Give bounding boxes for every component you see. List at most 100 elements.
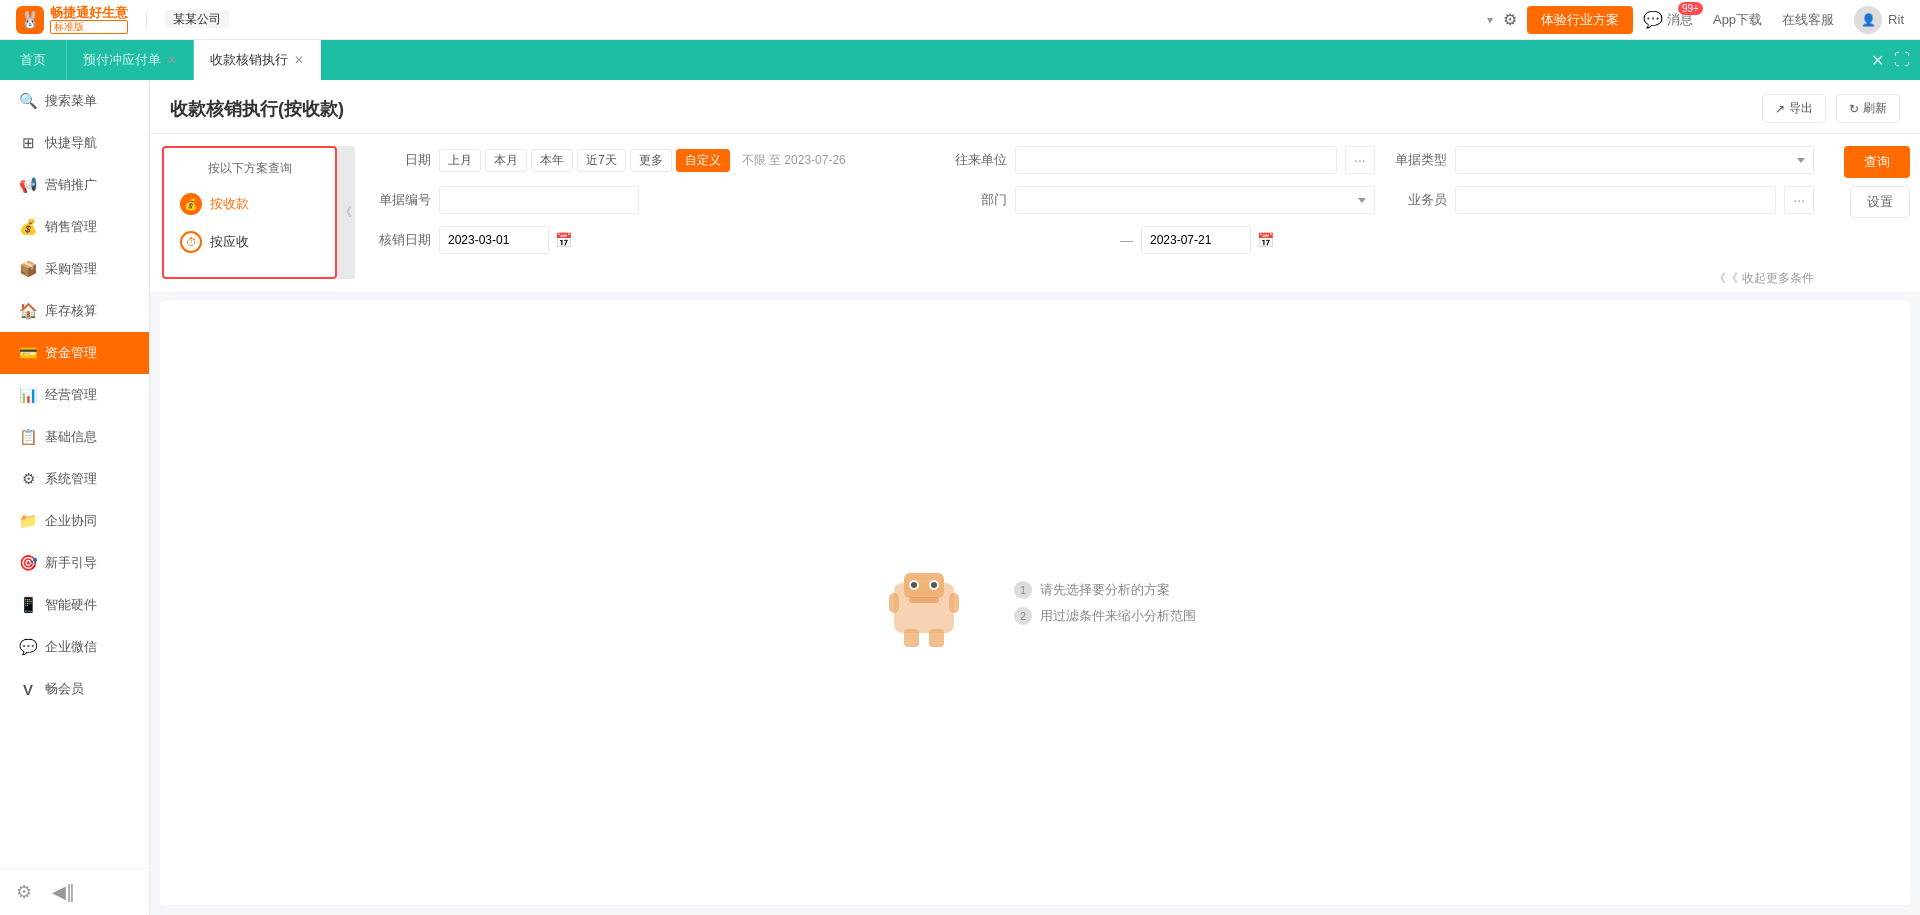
counterparty-input[interactable] (1015, 146, 1337, 174)
collapse-more-icon: 《《 (1714, 270, 1738, 287)
filter-row-3: 核销日期 📅 — 📅 (371, 226, 1814, 254)
industry-solution-button[interactable]: 体验行业方案 (1527, 6, 1633, 34)
bill-number-label: 单据编号 (371, 191, 431, 209)
company-dropdown-icon[interactable]: ▾ (1487, 13, 1493, 27)
export-icon: ↗ (1775, 102, 1785, 116)
online-service-link[interactable]: 在线客服 (1782, 11, 1834, 29)
top-bar: 🐰 畅捷通好生意 标准版 某某公司 ▾ ⚙ 体验行业方案 💬 消息 99+ Ap… (0, 0, 1920, 40)
sales-input[interactable] (1455, 186, 1777, 214)
date-btn-more[interactable]: 更多 (630, 149, 672, 172)
settings-icon[interactable]: ⚙ (1503, 10, 1517, 29)
query-button[interactable]: 查询 (1844, 146, 1910, 178)
sidebar-label-hardware: 智能硬件 (45, 596, 97, 614)
verify-date-start-cal[interactable]: 📅 (555, 232, 572, 248)
counterparty-label: 往来单位 (951, 151, 1007, 169)
date-label: 日期 (371, 151, 431, 169)
sidebar-label-quicknav: 快捷导航 (45, 134, 97, 152)
app-logo: 🐰 畅捷通好生意 标准版 (16, 5, 128, 35)
empty-tip-2: 2 用过滤条件来缩小分析范围 (1014, 607, 1196, 625)
message-button[interactable]: 💬 消息 99+ (1643, 10, 1693, 29)
date-dash: — (1120, 233, 1133, 248)
query-type-by-receipt[interactable]: 💰 按收款 (164, 185, 335, 223)
hardware-icon: 📱 (19, 596, 37, 614)
tab-receivable[interactable]: 收款核销执行 ✕ (194, 40, 321, 80)
refresh-button[interactable]: ↻ 刷新 (1836, 94, 1900, 123)
tab-bar: 首页 预付冲应付单 ✕ 收款核销执行 ✕ ✕ ⛶ (0, 40, 1920, 80)
sidebar-settings-icon[interactable]: ⚙ (16, 881, 32, 903)
tab-home[interactable]: 首页 (0, 40, 67, 80)
date-btn-lastmonth[interactable]: 上月 (439, 149, 481, 172)
sidebar-item-member[interactable]: V 畅会员 (0, 668, 149, 710)
tip-text-2: 用过滤条件来缩小分析范围 (1040, 607, 1196, 625)
sidebar-item-system[interactable]: ⚙ 系统管理 (0, 458, 149, 500)
tab-receivable-close[interactable]: ✕ (294, 53, 304, 67)
query-type-panel: 按以下方案查询 💰 按收款 ⏱ 按应收 (162, 146, 337, 279)
sidebar-label-collab: 企业协同 (45, 512, 97, 530)
bill-type-select[interactable] (1455, 146, 1814, 174)
date-btn-custom[interactable]: 自定义 (676, 149, 730, 172)
verify-date-label: 核销日期 (371, 231, 431, 249)
verify-date-field: 核销日期 📅 — 📅 (371, 226, 1814, 254)
settings-button[interactable]: 设置 (1850, 186, 1910, 218)
by-receipt-icon: 💰 (180, 193, 202, 215)
sidebar-item-marketing[interactable]: 📢 营销推广 (0, 164, 149, 206)
department-select[interactable] (1015, 186, 1374, 214)
sidebar-label-purchase: 采购管理 (45, 260, 97, 278)
sidebar-item-wechat[interactable]: 💬 企业微信 (0, 626, 149, 668)
department-label: 部门 (951, 191, 1007, 209)
avatar: 👤 (1854, 6, 1882, 34)
sidebar-item-finance[interactable]: 💳 资金管理 (0, 332, 149, 374)
filter-row-2: 单据编号 部门 业务员 ··· (371, 186, 1814, 214)
sidebar-item-guide[interactable]: 🎯 新手引导 (0, 542, 149, 584)
sidebar-item-quicknav[interactable]: ⊞ 快捷导航 (0, 122, 149, 164)
sidebar-bottom: ⚙ ◀‖ (0, 868, 149, 915)
guide-icon: 🎯 (19, 554, 37, 572)
tab-prepay-close[interactable]: ✕ (167, 53, 177, 67)
by-receipt-label: 按收款 (210, 195, 249, 213)
purchase-icon: 📦 (19, 260, 37, 278)
top-bar-right: 💬 消息 99+ App下载 在线客服 👤 Rit (1643, 6, 1904, 34)
counterparty-more-button[interactable]: ··· (1345, 146, 1375, 174)
date-field: 日期 上月 本月 本年 近7天 更多 自定义 不限 至 2023-07-26 (371, 149, 935, 172)
sidebar-collapse-icon[interactable]: ◀‖ (52, 881, 75, 903)
sidebar-label-inventory: 库存核算 (45, 302, 97, 320)
collapse-panel-button[interactable]: 《 (337, 146, 355, 279)
bill-number-input[interactable] (439, 186, 639, 214)
verify-date-start-input[interactable] (439, 226, 549, 254)
date-btn-thismonth[interactable]: 本月 (485, 149, 527, 172)
sidebar-item-collab[interactable]: 📁 企业协同 (0, 500, 149, 542)
verify-date-end-input[interactable] (1141, 226, 1251, 254)
logo-icon: 🐰 (16, 6, 44, 34)
tip-num-2: 2 (1014, 607, 1032, 625)
sidebar-item-management[interactable]: 📊 经营管理 (0, 374, 149, 416)
user-area[interactable]: 👤 Rit (1854, 6, 1904, 34)
company-name[interactable]: 某某公司 (165, 11, 1477, 28)
sales-more-button[interactable]: ··· (1784, 186, 1814, 214)
tab-prepay[interactable]: 预付冲应付单 ✕ (67, 40, 194, 80)
sidebar-item-purchase[interactable]: 📦 采购管理 (0, 248, 149, 290)
date-btn-7days[interactable]: 近7天 (577, 149, 626, 172)
sidebar-label-sales: 销售管理 (45, 218, 97, 236)
sidebar-item-hardware[interactable]: 📱 智能硬件 (0, 584, 149, 626)
sidebar-item-inventory[interactable]: 🏠 库存核算 (0, 290, 149, 332)
collapse-more-section: 《《 收起更多条件 (355, 266, 1830, 291)
app-download-link[interactable]: App下载 (1713, 11, 1762, 29)
sidebar-item-search[interactable]: 🔍 搜索菜单 (0, 80, 149, 122)
by-receivable-icon: ⏱ (180, 231, 202, 253)
verify-date-end-cal[interactable]: 📅 (1257, 232, 1274, 248)
sidebar-label-finance: 资金管理 (45, 344, 97, 362)
tab-close-icon[interactable]: ✕ (1871, 51, 1884, 70)
export-button[interactable]: ↗ 导出 (1762, 94, 1826, 123)
bill-type-field: 单据类型 (1391, 146, 1814, 174)
message-badge: 99+ (1678, 2, 1703, 15)
collapse-more-button[interactable]: 《《 收起更多条件 (1714, 270, 1814, 287)
sidebar: 🔍 搜索菜单 ⊞ 快捷导航 📢 营销推广 💰 销售管理 📦 采购管理 🏠 库存核… (0, 80, 150, 915)
date-btn-thisyear[interactable]: 本年 (531, 149, 573, 172)
empty-illustration (874, 553, 974, 653)
sidebar-item-sales[interactable]: 💰 销售管理 (0, 206, 149, 248)
sidebar-item-basic-info[interactable]: 📋 基础信息 (0, 416, 149, 458)
query-type-by-receivable[interactable]: ⏱ 按应收 (164, 223, 335, 261)
inventory-icon: 🏠 (19, 302, 37, 320)
tab-expand-icon[interactable]: ⛶ (1894, 51, 1910, 69)
empty-tip-1: 1 请先选择要分析的方案 (1014, 581, 1196, 599)
